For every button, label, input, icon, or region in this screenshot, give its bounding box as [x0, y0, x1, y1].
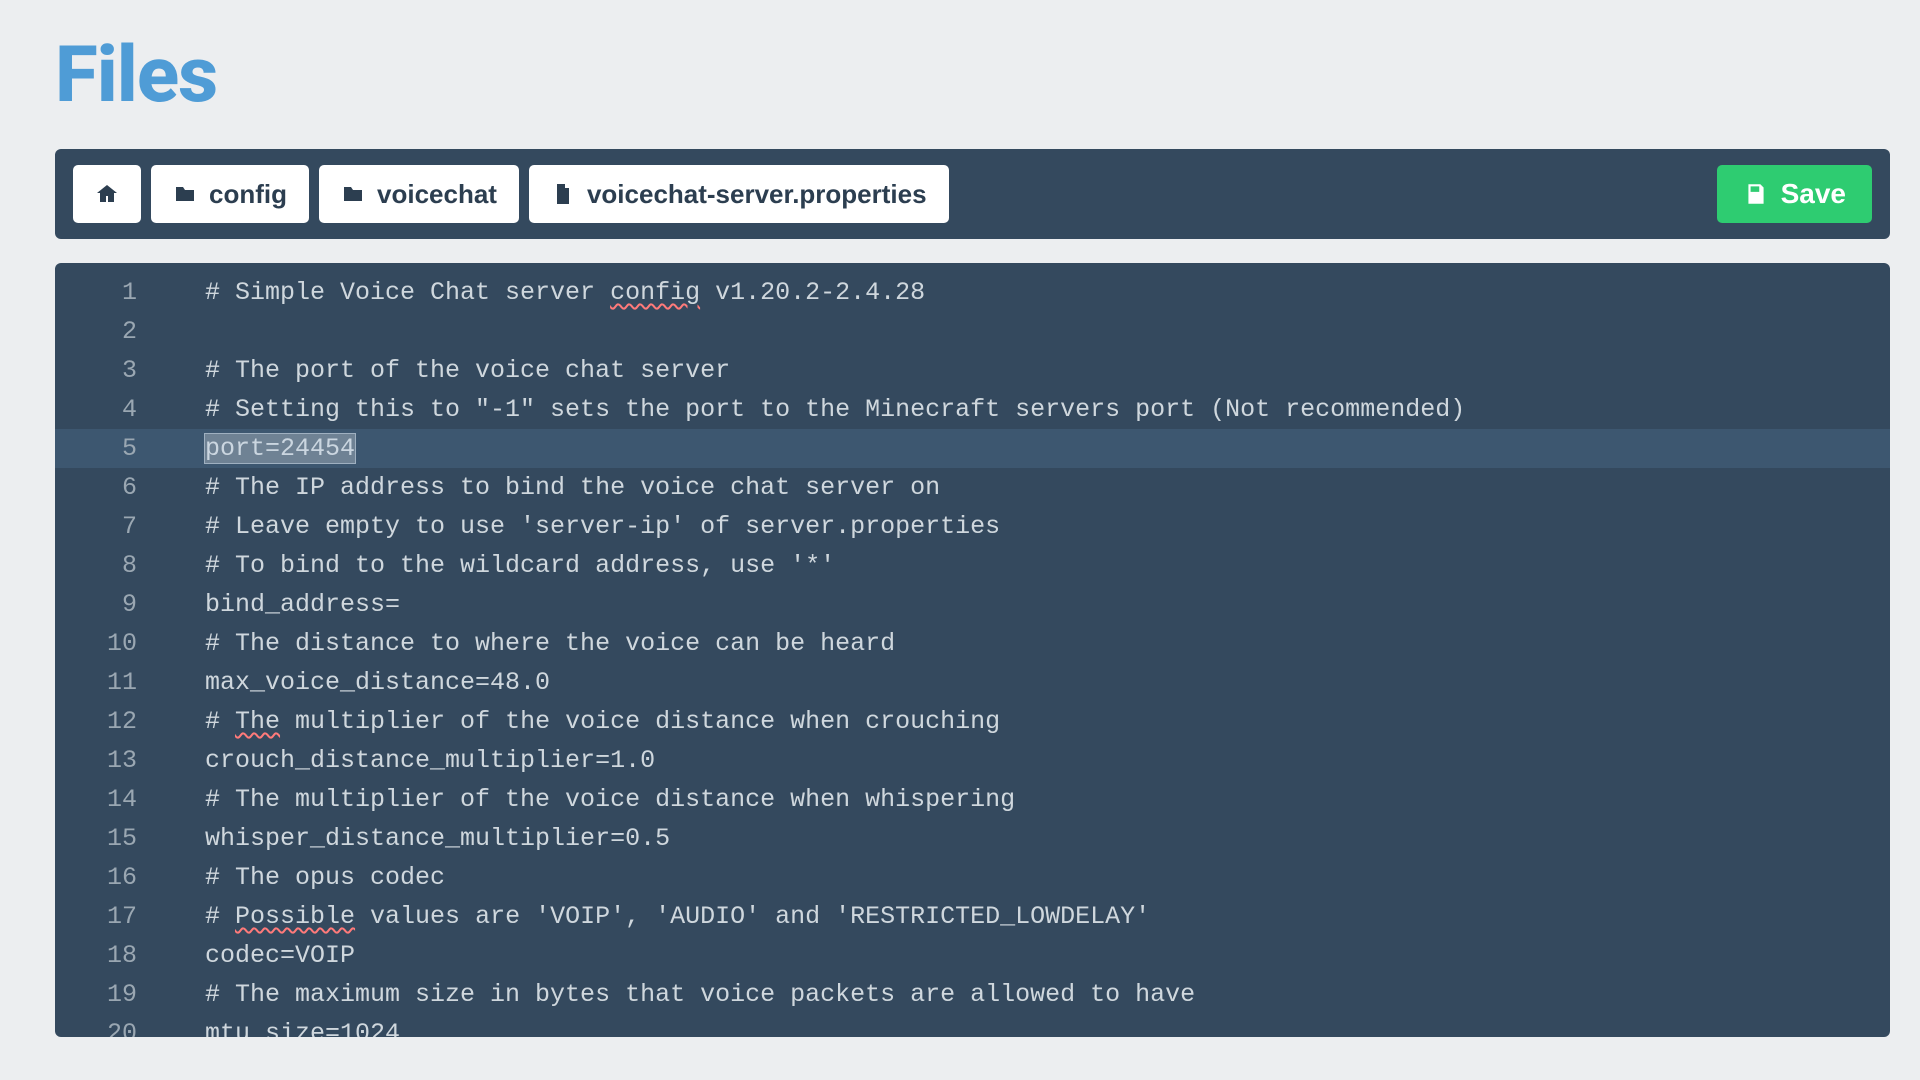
line-content[interactable]: # The opus codec — [165, 858, 445, 897]
line-number: 8 — [55, 546, 165, 585]
line-content[interactable]: # The port of the voice chat server — [165, 351, 730, 390]
line-content[interactable]: crouch_distance_multiplier=1.0 — [165, 741, 655, 780]
line-number: 1 — [55, 273, 165, 312]
line-content[interactable]: whisper_distance_multiplier=0.5 — [165, 819, 670, 858]
line-number: 7 — [55, 507, 165, 546]
line-number: 9 — [55, 585, 165, 624]
editor-line[interactable]: 16# The opus codec — [55, 858, 1890, 897]
editor-line[interactable]: 1# Simple Voice Chat server config v1.20… — [55, 263, 1890, 312]
editor-line[interactable]: 12# The multiplier of the voice distance… — [55, 702, 1890, 741]
editor-line[interactable]: 2 — [55, 312, 1890, 351]
breadcrumb-voicechat[interactable]: voicechat — [319, 165, 519, 223]
save-icon — [1743, 181, 1769, 207]
line-content[interactable]: # Setting this to "-1" sets the port to … — [165, 390, 1465, 429]
line-number: 12 — [55, 702, 165, 741]
editor-line[interactable]: 14# The multiplier of the voice distance… — [55, 780, 1890, 819]
line-content[interactable]: port=24454 — [165, 429, 355, 468]
line-content[interactable]: codec=VOIP — [165, 936, 355, 975]
line-number: 16 — [55, 858, 165, 897]
line-number: 10 — [55, 624, 165, 663]
line-content[interactable]: # Possible values are 'VOIP', 'AUDIO' an… — [165, 897, 1150, 936]
save-label: Save — [1781, 178, 1846, 210]
editor-line[interactable]: 5port=24454 — [55, 429, 1890, 468]
line-content[interactable]: # The distance to where the voice can be… — [165, 624, 895, 663]
editor-line[interactable]: 6# The IP address to bind the voice chat… — [55, 468, 1890, 507]
line-number: 13 — [55, 741, 165, 780]
home-icon — [95, 182, 119, 206]
line-number: 3 — [55, 351, 165, 390]
breadcrumb-label: config — [209, 181, 287, 207]
save-button[interactable]: Save — [1717, 165, 1872, 223]
editor-line[interactable]: 10# The distance to where the voice can … — [55, 624, 1890, 663]
editor-line[interactable]: 8# To bind to the wildcard address, use … — [55, 546, 1890, 585]
line-number: 19 — [55, 975, 165, 1014]
editor-line[interactable]: 13crouch_distance_multiplier=1.0 — [55, 741, 1890, 780]
line-number: 6 — [55, 468, 165, 507]
folder-icon — [173, 182, 197, 206]
line-number: 2 — [55, 312, 165, 351]
line-number: 18 — [55, 936, 165, 975]
line-content[interactable]: # Simple Voice Chat server config v1.20.… — [165, 273, 925, 312]
editor-line[interactable]: 11max_voice_distance=48.0 — [55, 663, 1890, 702]
line-number: 20 — [55, 1014, 165, 1037]
editor-line[interactable]: 17# Possible values are 'VOIP', 'AUDIO' … — [55, 897, 1890, 936]
breadcrumb-config[interactable]: config — [151, 165, 309, 223]
line-number: 17 — [55, 897, 165, 936]
line-content[interactable]: # To bind to the wildcard address, use '… — [165, 546, 835, 585]
folder-icon — [341, 182, 365, 206]
editor-line[interactable]: 18codec=VOIP — [55, 936, 1890, 975]
line-number: 14 — [55, 780, 165, 819]
editor-line[interactable]: 20mtu_size=1024 — [55, 1014, 1890, 1037]
breadcrumb-label: voicechat — [377, 181, 497, 207]
line-number: 5 — [55, 429, 165, 468]
breadcrumb-label: voicechat-server.properties — [587, 181, 927, 207]
editor-line[interactable]: 4# Setting this to "-1" sets the port to… — [55, 390, 1890, 429]
line-content[interactable]: # Leave empty to use 'server-ip' of serv… — [165, 507, 1000, 546]
line-content[interactable]: max_voice_distance=48.0 — [165, 663, 550, 702]
line-content[interactable]: mtu_size=1024 — [165, 1014, 400, 1037]
breadcrumb-toolbar: config voicechat voicechat-server.proper… — [55, 149, 1890, 239]
file-icon — [551, 182, 575, 206]
line-number: 11 — [55, 663, 165, 702]
line-content[interactable]: # The multiplier of the voice distance w… — [165, 780, 1015, 819]
line-number: 15 — [55, 819, 165, 858]
line-number: 4 — [55, 390, 165, 429]
breadcrumb-file[interactable]: voicechat-server.properties — [529, 165, 949, 223]
editor-line[interactable]: 9bind_address= — [55, 585, 1890, 624]
line-content[interactable]: # The IP address to bind the voice chat … — [165, 468, 940, 507]
editor-line[interactable]: 7# Leave empty to use 'server-ip' of ser… — [55, 507, 1890, 546]
editor-line[interactable]: 3# The port of the voice chat server — [55, 351, 1890, 390]
code-editor[interactable]: 1# Simple Voice Chat server config v1.20… — [55, 263, 1890, 1037]
line-content[interactable]: bind_address= — [165, 585, 400, 624]
line-content[interactable]: # The multiplier of the voice distance w… — [165, 702, 1000, 741]
editor-line[interactable]: 19# The maximum size in bytes that voice… — [55, 975, 1890, 1014]
page-title: Files — [55, 30, 1890, 121]
home-button[interactable] — [73, 165, 141, 223]
editor-line[interactable]: 15whisper_distance_multiplier=0.5 — [55, 819, 1890, 858]
line-content[interactable]: # The maximum size in bytes that voice p… — [165, 975, 1195, 1014]
